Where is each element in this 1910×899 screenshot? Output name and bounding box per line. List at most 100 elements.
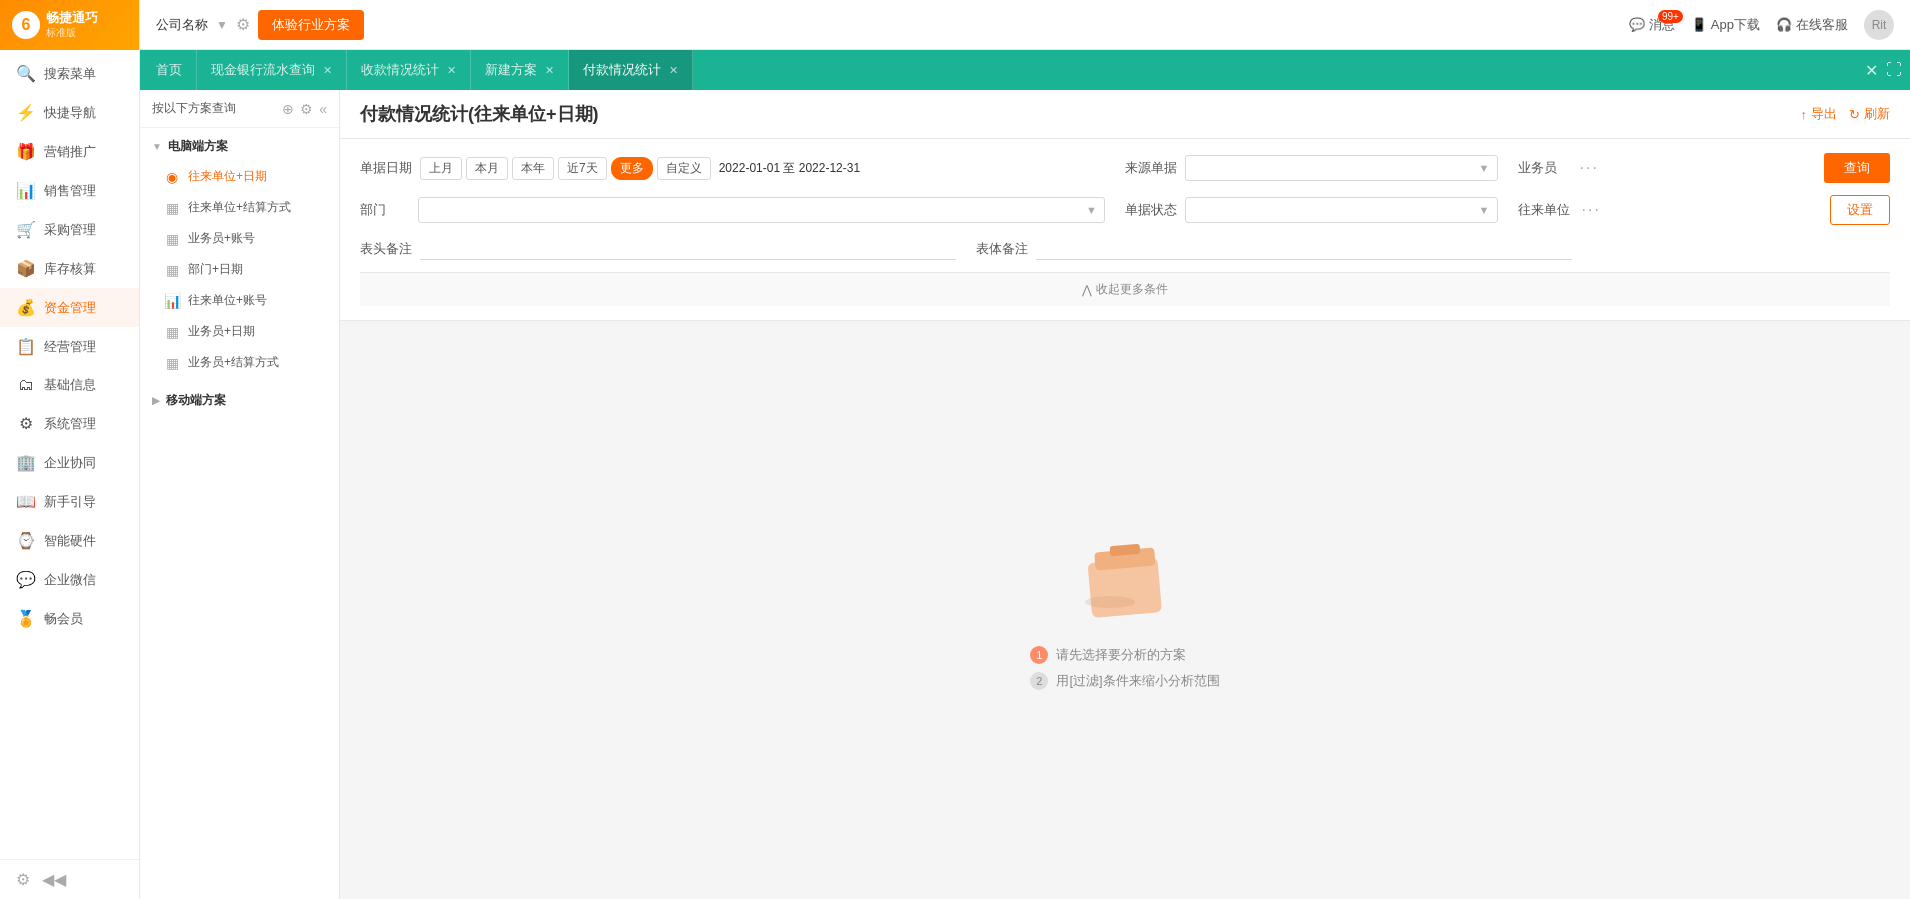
collapse-left-btn[interactable]: «	[319, 101, 327, 117]
settings-footer-icon[interactable]: ⚙	[16, 870, 30, 889]
sidebar-item-sales[interactable]: 📊 销售管理	[0, 171, 139, 210]
export-btn[interactable]: ↑ 导出	[1801, 105, 1838, 123]
inventory-icon: 📦	[16, 259, 36, 278]
sidebar-item-basic-info[interactable]: 🗂 基础信息	[0, 366, 139, 404]
tab-payment-close[interactable]: ✕	[669, 64, 678, 77]
source-label: 来源单据	[1125, 159, 1177, 177]
date-last-month[interactable]: 上月	[420, 157, 462, 180]
topbar-gear-icon[interactable]: ⚙	[236, 15, 250, 34]
tab-new-scheme[interactable]: 新建方案 ✕	[471, 50, 569, 90]
status-label: 单据状态	[1125, 201, 1177, 219]
sidebar-item-weixin[interactable]: 💬 企业微信	[0, 560, 139, 599]
sidebar-item-finance[interactable]: 💰 资金管理	[0, 288, 139, 327]
close-all-tabs-icon[interactable]: ✕	[1865, 61, 1878, 80]
sidebar-item-guide[interactable]: 📖 新手引导	[0, 482, 139, 521]
status-select-wrap: ▼	[1185, 197, 1498, 223]
sidebar-item-system[interactable]: ⚙ 系统管理	[0, 404, 139, 443]
filter-row-3: 表头备注 表体备注	[360, 237, 1890, 260]
service-icon: 🎧	[1776, 17, 1792, 32]
date-custom[interactable]: 自定义	[657, 157, 711, 180]
dept-label: 部门	[360, 201, 410, 219]
mobile-group-title[interactable]: ▶ 移动端方案	[140, 386, 339, 415]
filter-status-item: 单据状态 ▼	[1125, 197, 1498, 223]
body-note-input[interactable]	[1036, 237, 1572, 260]
purchase-icon: 🛒	[16, 220, 36, 239]
scheme-item-staff-account[interactable]: ▦ 业务员+账号	[140, 223, 339, 254]
experience-btn[interactable]: 体验行业方案	[258, 10, 364, 40]
filter-date-item: 单据日期 上月 本月 本年 近7天 更多 自定义 2022-01-01 至 20…	[360, 157, 1105, 180]
marketing-icon: 🎁	[16, 142, 36, 161]
sidebar-item-search-menu[interactable]: 🔍 搜索菜单	[0, 54, 139, 93]
date-buttons: 上月 本月 本年 近7天 更多 自定义 2022-01-01 至 2022-12…	[420, 157, 860, 180]
source-select[interactable]	[1185, 155, 1498, 181]
topbar-left: 公司名称 ▼ ⚙ 体验行业方案	[156, 10, 1617, 40]
logo-text: 畅捷通巧 标准版	[46, 10, 98, 40]
sidebar-item-marketing[interactable]: 🎁 营销推广	[0, 132, 139, 171]
settings-btn[interactable]: 设置	[1830, 195, 1890, 225]
left-panel-actions: ⊕ ⚙ «	[282, 101, 327, 117]
sidebar-item-member[interactable]: 🏅 畅会员	[0, 599, 139, 638]
date-label: 单据日期	[360, 159, 412, 177]
pc-scheme-group: ▼ 电脑端方案 ◉ 往来单位+日期 ▦ 往来单位+结算方式 ▦ 业务员+账号 ▦	[140, 128, 339, 382]
status-select[interactable]	[1185, 197, 1498, 223]
head-note-input[interactable]	[420, 237, 956, 260]
filter-unit-item: 往来单位 ··· 设置	[1518, 195, 1891, 225]
filter-row-1: 单据日期 上月 本月 本年 近7天 更多 自定义 2022-01-01 至 20…	[360, 153, 1890, 183]
scheme-item-staff-settlement[interactable]: ▦ 业务员+结算方式	[140, 347, 339, 378]
pc-group-arrow: ▼	[152, 141, 162, 152]
tab-collection[interactable]: 收款情况统计 ✕	[347, 50, 471, 90]
sidebar-item-purchase[interactable]: 🛒 采购管理	[0, 210, 139, 249]
online-service-btn[interactable]: 🎧 在线客服	[1776, 16, 1848, 34]
refresh-btn[interactable]: ↻ 刷新	[1849, 105, 1890, 123]
scheme-item-unit-account[interactable]: 📊 往来单位+账号	[140, 285, 339, 316]
tab-bank[interactable]: 现金银行流水查询 ✕	[197, 50, 347, 90]
date-this-month[interactable]: 本月	[466, 157, 508, 180]
tab-new-scheme-close[interactable]: ✕	[545, 64, 554, 77]
scheme-item-staff-date[interactable]: ▦ 业务员+日期	[140, 316, 339, 347]
add-scheme-btn[interactable]: ⊕	[282, 101, 294, 117]
tab-home[interactable]: 首页	[148, 50, 197, 90]
unit-label: 往来单位	[1518, 201, 1570, 219]
sidebar-footer: ⚙ ◀◀	[0, 859, 139, 899]
empty-tips: 1 请先选择要分析的方案 2 用[过滤]条件来缩小分析范围	[1030, 646, 1219, 690]
unit-date-icon: ◉	[164, 169, 180, 185]
expand-icon[interactable]: ⛶	[1886, 61, 1902, 79]
filter-source-item: 来源单据 ▼	[1125, 155, 1498, 181]
sidebar-item-hardware[interactable]: ⌚ 智能硬件	[0, 521, 139, 560]
sidebar-item-inventory[interactable]: 📦 库存核算	[0, 249, 139, 288]
date-this-year[interactable]: 本年	[512, 157, 554, 180]
scheme-item-unit-settlement[interactable]: ▦ 往来单位+结算方式	[140, 192, 339, 223]
dept-select[interactable]	[418, 197, 1105, 223]
sidebar-nav: 🔍 搜索菜单 ⚡ 快捷导航 🎁 营销推广 📊 销售管理 🛒 采购管理 📦 库存核…	[0, 50, 139, 859]
scheme-settings-btn[interactable]: ⚙	[300, 101, 313, 117]
avatar[interactable]: Rit	[1864, 10, 1894, 40]
tab-bank-close[interactable]: ✕	[323, 64, 332, 77]
query-btn[interactable]: 查询	[1824, 153, 1890, 183]
sidebar-item-operations[interactable]: 📋 经营管理	[0, 327, 139, 366]
date-range-display: 2022-01-01 至 2022-12-31	[719, 160, 860, 177]
guide-icon: 📖	[16, 492, 36, 511]
mobile-scheme-group: ▶ 移动端方案	[140, 382, 339, 419]
date-more[interactable]: 更多	[611, 157, 653, 180]
message-btn[interactable]: 💬 消息 99+	[1629, 16, 1675, 34]
sidebar-item-quick-nav[interactable]: ⚡ 快捷导航	[0, 93, 139, 132]
tab-collection-close[interactable]: ✕	[447, 64, 456, 77]
pc-group-title[interactable]: ▼ 电脑端方案	[140, 132, 339, 161]
mobile-group-arrow: ▶	[152, 395, 160, 406]
app-download-btn[interactable]: 📱 App下载	[1691, 16, 1760, 34]
page-header: 付款情况统计(往来单位+日期) ↑ 导出 ↻ 刷新	[340, 90, 1910, 139]
basic-info-icon: 🗂	[16, 376, 36, 394]
body-note-label: 表体备注	[976, 240, 1028, 258]
date-7days[interactable]: 近7天	[558, 157, 607, 180]
sidebar-item-enterprise[interactable]: 🏢 企业协同	[0, 443, 139, 482]
collapse-filter-btn[interactable]: ⋀ 收起更多条件	[360, 272, 1890, 306]
scheme-item-dept-date[interactable]: ▦ 部门+日期	[140, 254, 339, 285]
tab-payment[interactable]: 付款情况统计 ✕	[569, 50, 693, 90]
staff-picker[interactable]: ···	[1580, 159, 1599, 177]
collapse-sidebar-icon[interactable]: ◀◀	[42, 870, 66, 889]
head-note-label: 表头备注	[360, 240, 412, 258]
main-area: 公司名称 ▼ ⚙ 体验行业方案 💬 消息 99+ 📱 App下载 🎧 在线客服 …	[140, 0, 1910, 899]
unit-picker[interactable]: ···	[1582, 201, 1601, 219]
system-icon: ⚙	[16, 414, 36, 433]
scheme-item-unit-date[interactable]: ◉ 往来单位+日期	[140, 161, 339, 192]
